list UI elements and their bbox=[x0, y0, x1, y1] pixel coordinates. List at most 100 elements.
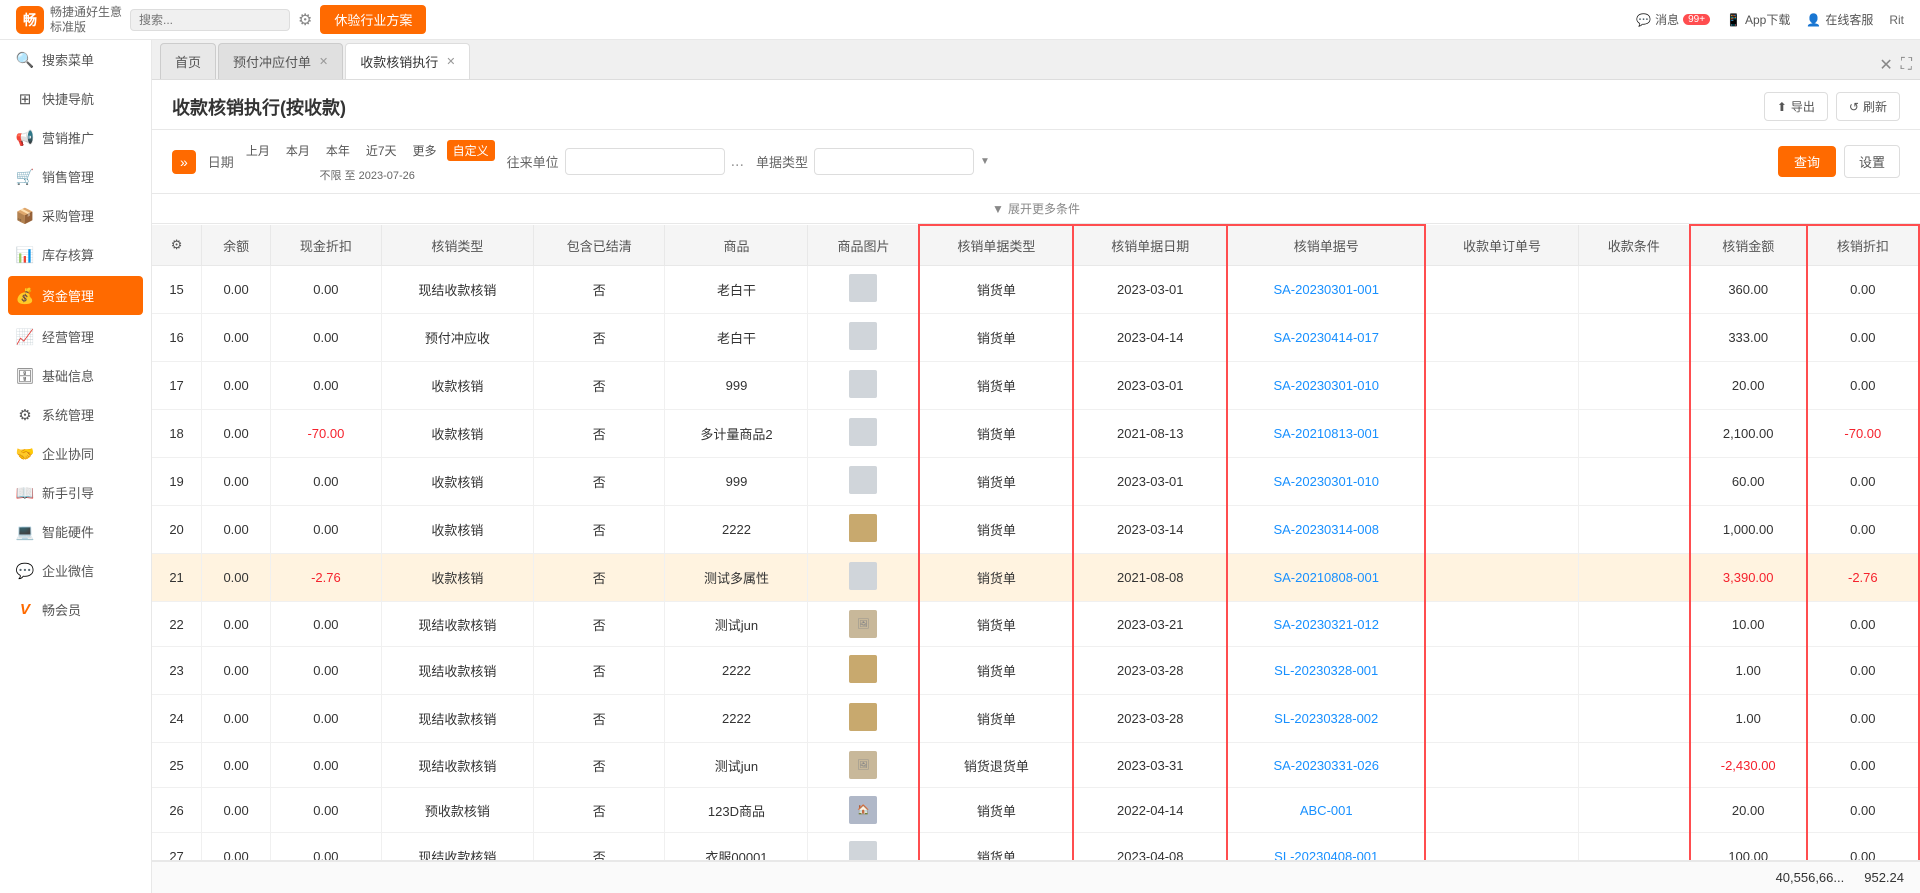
verify-number[interactable]: SL-20230328-002 bbox=[1227, 695, 1425, 743]
message-button[interactable]: 💬 消息 99+ bbox=[1636, 11, 1710, 28]
more-date-button[interactable]: 更多 bbox=[407, 140, 443, 161]
verify-number-link[interactable]: SA-20230314-008 bbox=[1273, 522, 1379, 537]
custom-date-button[interactable]: 自定义 bbox=[447, 140, 495, 161]
refresh-button[interactable]: ↺ 刷新 bbox=[1836, 92, 1900, 121]
verify-date: 2023-03-21 bbox=[1073, 602, 1227, 647]
receipt-condition bbox=[1578, 506, 1689, 554]
tab-home[interactable]: 首页 bbox=[160, 43, 216, 79]
last-month-button[interactable]: 上月 bbox=[240, 140, 276, 161]
row-index: 15 bbox=[152, 266, 202, 314]
verify-number[interactable]: SA-20230321-012 bbox=[1227, 602, 1425, 647]
expand-more-bar[interactable]: ▼ 展开更多条件 bbox=[152, 194, 1920, 224]
balance: 0.00 bbox=[202, 266, 271, 314]
gear-button[interactable]: ⚙ bbox=[298, 10, 312, 30]
verify-number[interactable]: SA-20230331-026 bbox=[1227, 743, 1425, 788]
this-month-button[interactable]: 本月 bbox=[280, 140, 316, 161]
verify-number[interactable]: SA-20210808-001 bbox=[1227, 554, 1425, 602]
sidebar-item-newbie[interactable]: 📖 新手引导 bbox=[0, 473, 151, 512]
tab-prepay[interactable]: 预付冲应付单 ✕ bbox=[218, 43, 343, 79]
verify-amount: 20.00 bbox=[1690, 362, 1807, 410]
verify-amount: 100.00 bbox=[1690, 833, 1807, 861]
sidebar-item-purchase[interactable]: 📦 采购管理 bbox=[0, 196, 151, 235]
search-input[interactable] bbox=[130, 9, 290, 31]
settings-button[interactable]: 设置 bbox=[1844, 145, 1900, 178]
include-settled: 否 bbox=[534, 695, 665, 743]
sidebar-item-system[interactable]: ⚙ 系统管理 bbox=[0, 395, 151, 434]
verify-number[interactable]: SA-20230301-010 bbox=[1227, 458, 1425, 506]
verify-number-link[interactable]: SA-20210813-001 bbox=[1273, 426, 1379, 441]
include-settled: 否 bbox=[534, 458, 665, 506]
partner-ellipsis[interactable]: ... bbox=[731, 153, 744, 171]
verify-number[interactable]: SL-20230408-001 bbox=[1227, 833, 1425, 861]
order-type-input[interactable] bbox=[814, 148, 974, 175]
verify-date: 2023-04-14 bbox=[1073, 314, 1227, 362]
verify-number-link[interactable]: ABC-001 bbox=[1300, 803, 1353, 818]
row-index: 22 bbox=[152, 602, 202, 647]
close-window-icon[interactable]: ✕ bbox=[1879, 55, 1892, 75]
verify-number[interactable]: SA-20230314-008 bbox=[1227, 506, 1425, 554]
verify-number-link[interactable]: SL-20230328-001 bbox=[1274, 663, 1378, 678]
verify-number-link[interactable]: SA-20230301-010 bbox=[1273, 378, 1379, 393]
sidebar-item-operations[interactable]: 📈 经营管理 bbox=[0, 317, 151, 356]
verify-number[interactable]: SA-20230301-001 bbox=[1227, 266, 1425, 314]
table-row: 150.000.00现结收款核销否老白干销货单2023-03-01SA-2023… bbox=[152, 266, 1919, 314]
table-row: 240.000.00现结收款核销否2222销货单2023-03-28SL-202… bbox=[152, 695, 1919, 743]
date-buttons: 上月 本月 本年 近7天 更多 自定义 bbox=[240, 140, 495, 161]
sidebar-item-marketing[interactable]: 📢 营销推广 bbox=[0, 118, 151, 157]
goods-image-thumb bbox=[849, 466, 877, 494]
verify-number-link[interactable]: SL-20230408-001 bbox=[1274, 849, 1378, 860]
sidebar-item-finance[interactable]: 💰 资金管理 bbox=[8, 276, 143, 315]
enterprise-icon: 🤝 bbox=[16, 445, 34, 463]
sidebar-item-quick-nav[interactable]: ⊞ 快捷导航 bbox=[0, 79, 151, 118]
last-7-days-button[interactable]: 近7天 bbox=[360, 140, 403, 161]
query-button[interactable]: 查询 bbox=[1778, 146, 1836, 177]
tab-receipt[interactable]: 收款核销执行 ✕ bbox=[345, 43, 470, 79]
maximize-icon[interactable]: ⛶ bbox=[1901, 56, 1912, 74]
verify-number[interactable]: SA-20210813-001 bbox=[1227, 410, 1425, 458]
verify-amount: 1.00 bbox=[1690, 647, 1807, 695]
app-download-button[interactable]: 📱 App下载 bbox=[1726, 11, 1790, 28]
app-icon: 📱 bbox=[1726, 13, 1741, 27]
verify-amount: 2,100.00 bbox=[1690, 410, 1807, 458]
industry-solution-button[interactable]: 休验行业方案 bbox=[320, 5, 426, 34]
verify-number-link[interactable]: SA-20230321-012 bbox=[1273, 617, 1379, 632]
verify-number[interactable]: SA-20230301-010 bbox=[1227, 362, 1425, 410]
inventory-icon: 📊 bbox=[16, 246, 34, 264]
receipt-order-no bbox=[1425, 695, 1578, 743]
partner-input[interactable] bbox=[565, 148, 725, 175]
th-cash-discount: 现金折扣 bbox=[271, 225, 382, 266]
goods-image: 🖼 bbox=[808, 602, 919, 647]
sidebar-item-inventory[interactable]: 📊 库存核算 bbox=[0, 235, 151, 274]
verify-number-link[interactable]: SA-20210808-001 bbox=[1273, 570, 1379, 585]
verify-number-link[interactable]: SA-20230301-001 bbox=[1273, 282, 1379, 297]
verify-type: 现结收款核销 bbox=[381, 695, 533, 743]
main-table: ⚙ 余额 现金折扣 核销类型 包含已结清 商品 商品图片 核销单据类型 核销单据… bbox=[152, 224, 1920, 860]
verify-number[interactable]: ABC-001 bbox=[1227, 788, 1425, 833]
online-service-button[interactable]: 👤 在线客服 bbox=[1806, 11, 1873, 28]
table-row: 180.00-70.00收款核销否多计量商品2销货单2021-08-13SA-2… bbox=[152, 410, 1919, 458]
goods-image: 🖼 bbox=[808, 743, 919, 788]
sidebar-item-hardware[interactable]: 💻 智能硬件 bbox=[0, 512, 151, 551]
finance-icon: 💰 bbox=[16, 287, 34, 305]
sidebar-item-wechat[interactable]: 💬 企业微信 bbox=[0, 551, 151, 590]
order-type-chevron[interactable]: ▼ bbox=[980, 156, 990, 167]
verify-number-link[interactable]: SA-20230331-026 bbox=[1273, 758, 1379, 773]
sidebar-item-enterprise[interactable]: 🤝 企业协同 bbox=[0, 434, 151, 473]
user-menu[interactable]: Rit bbox=[1889, 13, 1904, 27]
sidebar-item-member[interactable]: V 畅会员 bbox=[0, 590, 151, 629]
verify-number-link[interactable]: SA-20230301-010 bbox=[1273, 474, 1379, 489]
verify-number[interactable]: SA-20230414-017 bbox=[1227, 314, 1425, 362]
prepay-tab-close[interactable]: ✕ bbox=[319, 55, 328, 68]
sidebar-item-base[interactable]: 🗄 基础信息 bbox=[0, 356, 151, 395]
verify-number-link[interactable]: SL-20230328-002 bbox=[1274, 711, 1378, 726]
verify-number-link[interactable]: SA-20230414-017 bbox=[1273, 330, 1379, 345]
total-amount: 40,556,66... bbox=[1776, 870, 1845, 885]
filter-toggle-button[interactable]: » bbox=[172, 150, 196, 174]
th-settings[interactable]: ⚙ bbox=[152, 225, 202, 266]
sidebar-item-search[interactable]: 🔍 搜索菜单 bbox=[0, 40, 151, 79]
verify-number[interactable]: SL-20230328-001 bbox=[1227, 647, 1425, 695]
this-year-button[interactable]: 本年 bbox=[320, 140, 356, 161]
receipt-tab-close[interactable]: ✕ bbox=[446, 55, 455, 68]
export-button[interactable]: ⬆ 导出 bbox=[1764, 92, 1828, 121]
sidebar-item-sales[interactable]: 🛒 销售管理 bbox=[0, 157, 151, 196]
